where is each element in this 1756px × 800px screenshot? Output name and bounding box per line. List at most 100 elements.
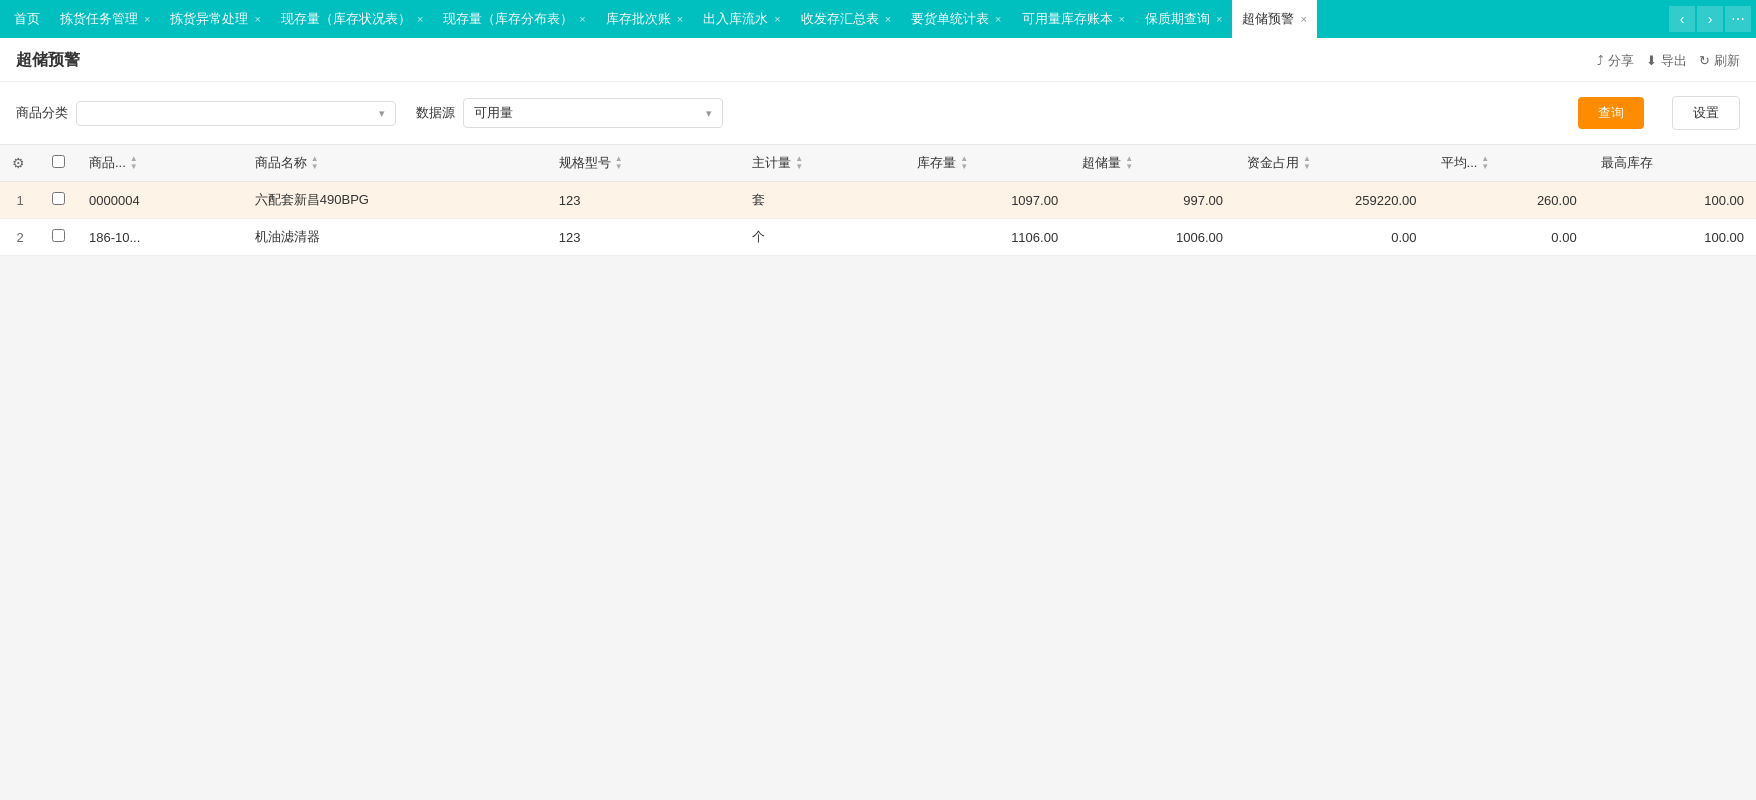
nav-expiry-query[interactable]: 保质期查询 × (1135, 0, 1232, 38)
nav-batch-account[interactable]: 库存批次账 × (596, 0, 693, 38)
th-spec[interactable]: 规格型号 ▲▼ (547, 145, 741, 182)
table-header-row: ⚙ 商品... ▲▼ 商品名称 ▲▼ (0, 145, 1756, 182)
th-avg[interactable]: 平均... ▲▼ (1429, 145, 1589, 182)
datasource-value: 可用量 (474, 104, 513, 122)
nav-prev-button[interactable]: ‹ (1669, 6, 1695, 32)
th-overstock[interactable]: 超储量 ▲▼ (1070, 145, 1235, 182)
nav-task-management[interactable]: 拣货任务管理 × (50, 0, 160, 38)
sort-icon: ▲▼ (615, 155, 623, 171)
datasource-label: 数据源 (416, 104, 455, 122)
close-icon[interactable]: × (1216, 13, 1222, 25)
cell-capital: 0.00 (1235, 219, 1429, 256)
filter-bar: 商品分类 ▾ 数据源 可用量 ▾ 查询 设置 (0, 82, 1756, 144)
th-settings: ⚙ (0, 145, 40, 182)
th-unit[interactable]: 主计量 ▲▼ (740, 145, 905, 182)
nav-arrow-controls: ‹ › ⋯ (1668, 6, 1752, 32)
cell-max-stock: 100.00 (1589, 182, 1756, 219)
sort-icon: ▲▼ (311, 155, 319, 171)
close-icon[interactable]: × (254, 13, 260, 25)
close-icon[interactable]: × (144, 13, 150, 25)
close-icon[interactable]: × (1300, 13, 1306, 25)
nav-exception-handling[interactable]: 拣货异常处理 × (160, 0, 270, 38)
row-checkbox-cell (40, 182, 77, 219)
cell-product-name: 六配套新昌490BPG (243, 182, 547, 219)
cell-product-name: 机油滤清器 (243, 219, 547, 256)
page-container: 超储预警 ⤴ 分享 ⬇ 导出 ↻ 刷新 商品分类 ▾ 数据源 (0, 38, 1756, 256)
export-icon: ⬇ (1646, 53, 1657, 68)
sort-icon: ▲▼ (1125, 155, 1133, 171)
cell-product-code: 186-10... (77, 219, 243, 256)
cell-capital: 259220.00 (1235, 182, 1429, 219)
share-icon: ⤴ (1597, 53, 1604, 68)
cell-avg: 0.00 (1429, 219, 1589, 256)
th-capital[interactable]: 资金占用 ▲▼ (1235, 145, 1429, 182)
settings-button[interactable]: 设置 (1672, 96, 1740, 130)
sort-icon: ▲▼ (1481, 155, 1489, 171)
overstock-table: ⚙ 商品... ▲▼ 商品名称 ▲▼ (0, 144, 1756, 256)
nav-stock-distribution[interactable]: 现存量（库存分布表） × (433, 0, 595, 38)
row-checkbox-cell (40, 219, 77, 256)
table-body: 1 0000004 六配套新昌490BPG 123 套 1097.00 997.… (0, 182, 1756, 256)
datasource-filter: 数据源 可用量 ▾ (416, 98, 723, 128)
nav-home[interactable]: 首页 (4, 0, 50, 38)
close-icon[interactable]: × (1119, 13, 1125, 25)
page-title: 超储预警 (16, 50, 80, 71)
nav-next-button[interactable]: › (1697, 6, 1723, 32)
cell-stock: 1106.00 (905, 219, 1070, 256)
nav-summary-table[interactable]: 收发存汇总表 × (791, 0, 901, 38)
nav-expand-button[interactable]: ⋯ (1725, 6, 1751, 32)
datasource-select[interactable]: 可用量 ▾ (463, 98, 723, 128)
row-checkbox[interactable] (52, 229, 65, 242)
row-number: 2 (0, 219, 40, 256)
sort-icon: ▲▼ (1303, 155, 1311, 171)
close-icon[interactable]: × (417, 13, 423, 25)
cell-product-code: 0000004 (77, 182, 243, 219)
cell-unit: 个 (740, 219, 905, 256)
top-navigation: 首页 拣货任务管理 × 拣货异常处理 × 现存量（库存状况表） × 现存量（库存… (0, 0, 1756, 38)
th-stock[interactable]: 库存量 ▲▼ (905, 145, 1070, 182)
th-product-name[interactable]: 商品名称 ▲▼ (243, 145, 547, 182)
cell-spec: 123 (547, 219, 741, 256)
close-icon[interactable]: × (995, 13, 1001, 25)
close-icon[interactable]: × (579, 13, 585, 25)
cell-unit: 套 (740, 182, 905, 219)
th-product-code[interactable]: 商品... ▲▼ (77, 145, 243, 182)
category-filter: 商品分类 ▾ (16, 101, 396, 126)
table-row: 2 186-10... 机油滤清器 123 个 1106.00 1006.00 … (0, 219, 1756, 256)
table-row: 1 0000004 六配套新昌490BPG 123 套 1097.00 997.… (0, 182, 1756, 219)
select-all-checkbox[interactable] (52, 155, 65, 168)
chevron-down-icon: ▾ (706, 107, 712, 120)
header-actions: ⤴ 分享 ⬇ 导出 ↻ 刷新 (1597, 52, 1740, 70)
cell-stock: 1097.00 (905, 182, 1070, 219)
th-checkbox (40, 145, 77, 182)
sort-icon: ▲▼ (960, 155, 968, 171)
cell-max-stock: 100.00 (1589, 219, 1756, 256)
row-number: 1 (0, 182, 40, 219)
chevron-down-icon: ▾ (379, 107, 385, 120)
close-icon[interactable]: × (774, 13, 780, 25)
category-select[interactable]: ▾ (76, 101, 396, 126)
close-icon[interactable]: × (885, 13, 891, 25)
cell-avg: 260.00 (1429, 182, 1589, 219)
nav-available-stock[interactable]: 可用量库存账本 × (1012, 0, 1135, 38)
nav-inout-flow[interactable]: 出入库流水 × (693, 0, 790, 38)
cell-overstock: 1006.00 (1070, 219, 1235, 256)
export-button[interactable]: ⬇ 导出 (1646, 52, 1687, 70)
refresh-button[interactable]: ↻ 刷新 (1699, 52, 1740, 70)
th-max-stock[interactable]: 最高库存 (1589, 145, 1756, 182)
share-button[interactable]: ⤴ 分享 (1597, 52, 1634, 70)
page-header: 超储预警 ⤴ 分享 ⬇ 导出 ↻ 刷新 (0, 38, 1756, 82)
nav-demand-stats[interactable]: 要货单统计表 × (901, 0, 1011, 38)
category-label: 商品分类 (16, 104, 68, 122)
settings-icon[interactable]: ⚙ (12, 155, 25, 171)
cell-spec: 123 (547, 182, 741, 219)
query-button[interactable]: 查询 (1578, 97, 1644, 129)
data-table-wrapper: ⚙ 商品... ▲▼ 商品名称 ▲▼ (0, 144, 1756, 256)
row-checkbox[interactable] (52, 192, 65, 205)
sort-icon: ▲▼ (130, 155, 138, 171)
refresh-icon: ↻ (1699, 53, 1710, 68)
nav-stock-status[interactable]: 现存量（库存状况表） × (271, 0, 433, 38)
cell-overstock: 997.00 (1070, 182, 1235, 219)
close-icon[interactable]: × (677, 13, 683, 25)
nav-overstock-warning[interactable]: 超储预警 × (1232, 0, 1316, 38)
